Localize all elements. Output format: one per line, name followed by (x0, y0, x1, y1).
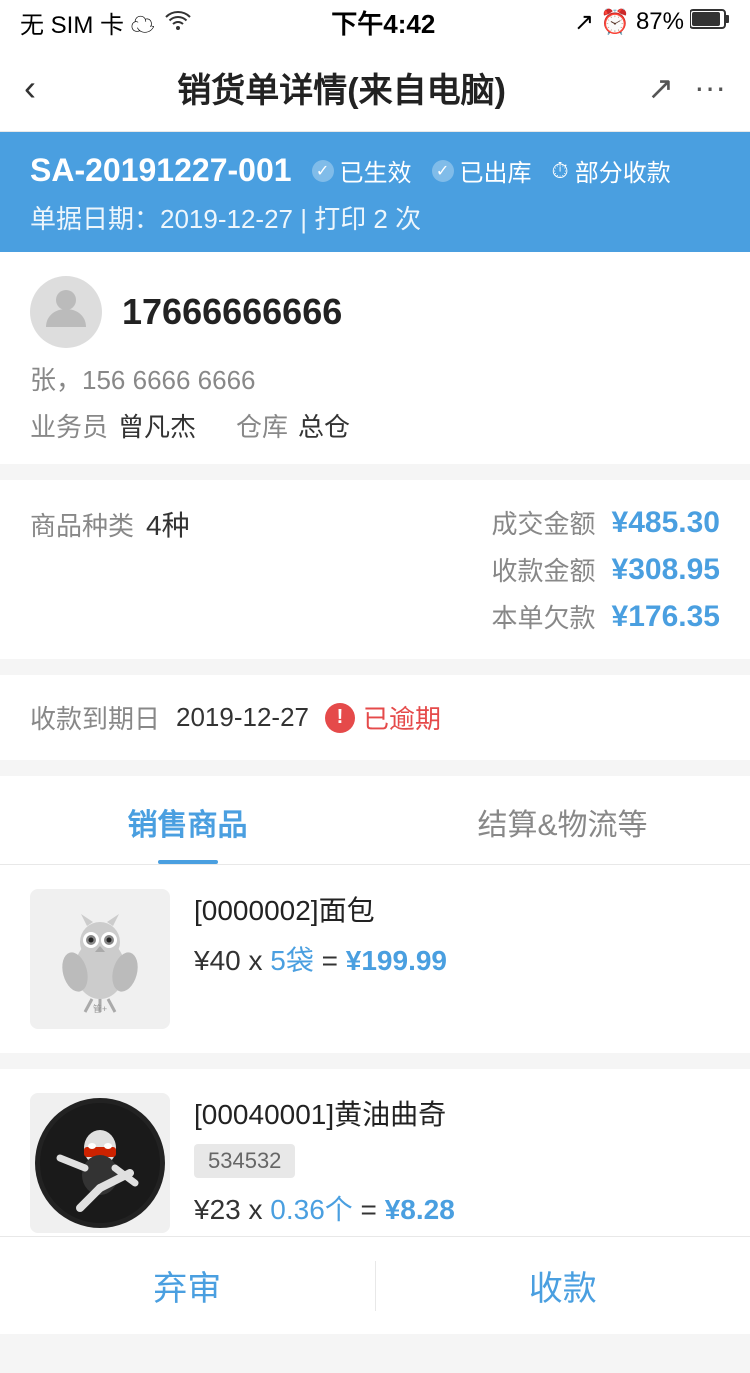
check-icon-1: ✓ (312, 160, 334, 182)
location-icon: ↗ (574, 8, 594, 37)
alarm-icon: ⏰ (600, 8, 630, 37)
product-image-1: 管+ (30, 889, 170, 1029)
summary-row: 商品种类 4种 成交金额 ¥485.30 收款金额 ¥308.95 本单欠款 ¥… (30, 504, 720, 635)
amount-label: 成交金额 (492, 504, 596, 541)
amount-row-3: 本单欠款 ¥176.35 (492, 598, 720, 635)
nav-right: ↗ ··· (647, 69, 726, 107)
order-id: SA-20191227-001 (30, 152, 292, 189)
share-icon[interactable]: ↗ (647, 69, 674, 107)
warehouse-info: 仓库 总仓 (236, 407, 350, 444)
tab-settlement[interactable]: 结算&物流等 (375, 776, 750, 864)
amount-row-1: 成交金额 ¥485.30 (492, 504, 720, 541)
status-bar: 无 SIM 卡 ☁ 下午4:42 ↗ ⏰ 87% (0, 0, 750, 44)
product-price-1: ¥40 x 5袋 = ¥199.99 (194, 939, 720, 979)
amount-row-2: 收款金额 ¥308.95 (492, 551, 720, 588)
product-image-2 (30, 1093, 170, 1233)
product-name-2: [00040001]黄油曲奇 (194, 1093, 720, 1133)
more-icon[interactable]: ··· (694, 69, 726, 106)
banner-row1: SA-20191227-001 ✓ 已生效 ✓ 已出库 ⏱ 部分收款 (30, 152, 720, 189)
product-type-label: 商品种类 (30, 506, 134, 543)
product-info-1: [0000002]面包 ¥40 x 5袋 = ¥199.99 (194, 889, 720, 979)
summary-section: 商品种类 4种 成交金额 ¥485.30 收款金额 ¥308.95 本单欠款 ¥… (0, 480, 750, 659)
due-label: 收款到期日 (30, 699, 160, 736)
product-price-2: ¥23 x 0.36个 = ¥8.28 (194, 1188, 720, 1228)
clock-icon: ⏱ (552, 158, 569, 184)
customer-info-row: 业务员 曾凡杰 仓库 总仓 (30, 407, 720, 444)
received-label: 收款金额 (492, 551, 596, 588)
bottom-bar: 弃审 收款 (0, 1236, 750, 1334)
tab-underline (158, 860, 218, 864)
tabs-row: 销售商品 结算&物流等 (0, 776, 750, 864)
status-right: ↗ ⏰ 87% (574, 8, 730, 37)
overdue-icon: ! (325, 703, 355, 733)
back-button[interactable]: ‹ (24, 67, 36, 109)
abandon-review-button[interactable]: 弃审 (0, 1241, 375, 1330)
battery-icon (690, 8, 730, 37)
amount-value: ¥485.30 (612, 506, 720, 540)
overdue-text: 已逾期 (363, 699, 441, 736)
svg-text:管+: 管+ (93, 1003, 107, 1014)
list-item: 管+ [0000002]面包 ¥40 x 5袋 = ¥199.99 (0, 865, 750, 1053)
tab-products[interactable]: 销售商品 (0, 776, 375, 864)
customer-row: 17666666666 (30, 276, 720, 348)
product-sku-2: 534532 (194, 1143, 720, 1178)
product-type-value: 4种 (146, 504, 190, 544)
status-left: 无 SIM 卡 ☁ (20, 5, 193, 40)
product-name-1: [0000002]面包 (194, 889, 720, 929)
check-icon-2: ✓ (432, 160, 454, 182)
product-info-2: [00040001]黄油曲奇 534532 ¥23 x 0.36个 = ¥8.2… (194, 1093, 720, 1228)
badge-partial: ⏱ 部分收款 (552, 153, 671, 188)
nav-bar: ‹ 销货单详情(来自电脑) ↗ ··· (0, 44, 750, 132)
person-icon (41, 282, 91, 343)
sim-label: 无 SIM 卡 ☁ (20, 5, 155, 40)
received-value: ¥308.95 (612, 553, 720, 587)
overdue-badge: ! 已逾期 (325, 699, 441, 736)
due-section: 收款到期日 2019-12-27 ! 已逾期 (0, 675, 750, 760)
badge-active: ✓ 已生效 (312, 153, 412, 188)
header-banner: SA-20191227-001 ✓ 已生效 ✓ 已出库 ⏱ 部分收款 单据日期：… (0, 132, 750, 252)
due-date: 2019-12-27 (176, 702, 309, 733)
tabs-section: 销售商品 结算&物流等 (0, 776, 750, 865)
banner-date-row: 单据日期：2019-12-27 | 打印 2 次 (30, 199, 720, 236)
collect-payment-button[interactable]: 收款 (376, 1241, 750, 1330)
page-title: 销货单详情(来自电脑) (177, 63, 506, 112)
customer-phone: 17666666666 (122, 291, 342, 333)
customer-section: 17666666666 张，156 6666 6666 业务员 曾凡杰 仓库 总… (0, 252, 750, 464)
wifi-icon (163, 8, 193, 37)
sales-value: 曾凡杰 (118, 407, 196, 444)
ninja-image (35, 1098, 165, 1228)
owed-label: 本单欠款 (492, 598, 596, 635)
sales-label: 业务员 (30, 407, 108, 444)
sales-info: 业务员 曾凡杰 (30, 407, 196, 444)
warehouse-value: 总仓 (298, 407, 350, 444)
product-type: 商品种类 4种 (30, 504, 190, 544)
badge-shipped: ✓ 已出库 (432, 153, 532, 188)
warehouse-label: 仓库 (236, 407, 288, 444)
status-time: 下午4:42 (331, 4, 435, 41)
owed-value: ¥176.35 (612, 600, 720, 634)
amounts: 成交金额 ¥485.30 收款金额 ¥308.95 本单欠款 ¥176.35 (492, 504, 720, 635)
avatar (30, 276, 102, 348)
list-item: [00040001]黄油曲奇 534532 ¥23 x 0.36个 = ¥8.2… (0, 1069, 750, 1257)
customer-sub: 张，156 6666 6666 (30, 360, 720, 397)
battery-label: 87% (636, 8, 684, 36)
